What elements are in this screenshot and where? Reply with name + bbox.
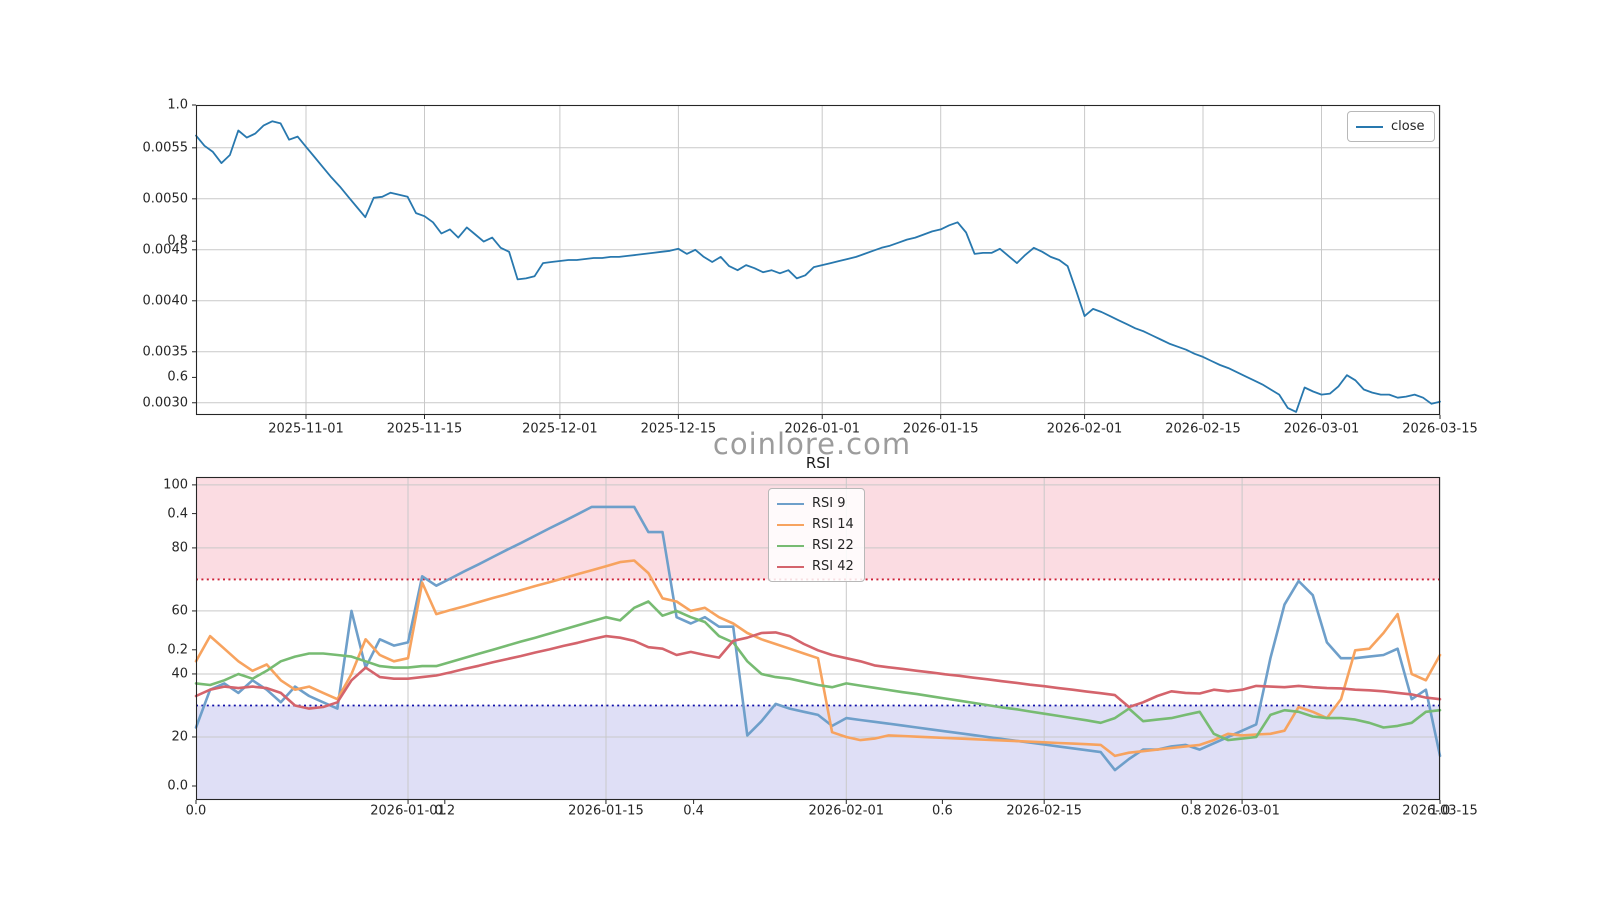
- x-tick-label: 2025-12-01: [522, 421, 598, 437]
- price-chart-panel: [192, 104, 1441, 419]
- x-tick-label: 2026-02-01: [1046, 421, 1123, 437]
- x-tick-label: 2025-11-01: [268, 421, 344, 437]
- y-tick-label: 60: [171, 603, 188, 619]
- overlay-y-tick-label: 0.4: [167, 506, 188, 522]
- y-tick-label: 100: [163, 477, 188, 493]
- overlay-y-tick-label: 0.0: [167, 778, 188, 794]
- overlay-y-tick-label: 0.2: [167, 642, 188, 658]
- legend-line-swatch: [777, 523, 804, 526]
- legend-item: RSI 9: [777, 493, 854, 514]
- legend-label: RSI 42: [812, 559, 854, 574]
- legend-line-swatch: [777, 502, 804, 505]
- x-tick-label: 2025-11-15: [386, 421, 463, 437]
- overlay-y-tick-label: 0.6: [167, 369, 188, 385]
- x-tick-label: 2026-03-01: [1204, 803, 1280, 819]
- x-tick-label: 2025-12-15: [640, 421, 717, 437]
- overlay-x-tick-label: 0.0: [185, 803, 207, 819]
- overlay-x-tick-label: 1.0: [1429, 803, 1451, 819]
- y-tick-label: 0.0035: [142, 344, 189, 360]
- x-tick-label: 2026-02-01: [808, 803, 885, 819]
- rsi-legend: RSI 9 RSI 14 RSI 22 RSI 42: [768, 488, 865, 582]
- x-tick-label: 2026-02-15: [1006, 803, 1082, 819]
- overlay-x-tick-label: 0.6: [932, 803, 953, 819]
- y-tick-label: 0.0030: [142, 395, 189, 411]
- legend-item: close: [1356, 116, 1424, 137]
- legend-label: RSI 22: [812, 538, 854, 553]
- close-legend: close: [1347, 111, 1436, 142]
- y-tick-label: 0.0040: [142, 293, 189, 309]
- legend-line-swatch: [777, 565, 804, 568]
- y-tick-label: 40: [171, 666, 188, 682]
- y-tick-label: 80: [171, 540, 188, 556]
- legend-item: RSI 42: [777, 556, 854, 577]
- overlay-x-tick-label: 0.4: [683, 803, 704, 819]
- x-tick-label: 2026-02-15: [1165, 421, 1241, 437]
- overlay-x-tick-label: 0.2: [434, 803, 456, 819]
- x-tick-label: 2026-03-01: [1283, 421, 1360, 437]
- overlay-x-tick-label: 0.8: [1180, 803, 1202, 819]
- legend-line-swatch: [1356, 125, 1383, 128]
- legend-label: RSI 14: [812, 517, 854, 532]
- y-tick-label: 0.0050: [142, 191, 189, 207]
- x-tick-label: 2026-01-15: [568, 803, 644, 819]
- legend-line-swatch: [777, 544, 804, 547]
- legend-item: RSI 22: [777, 535, 854, 556]
- overlay-y-tick-label: 0.8: [167, 233, 188, 249]
- x-tick-label: 2026-03-15: [1402, 421, 1478, 437]
- overlay-y-tick-label: 1.0: [167, 97, 188, 113]
- y-tick-label: 0.0055: [142, 140, 189, 156]
- legend-label: close: [1391, 119, 1425, 134]
- x-tick-label: 2026-01-15: [902, 421, 979, 437]
- chart-figure: 2025-11-01 2025-11-15 2025-12-01 2025-12-15…: [0, 0, 1600, 900]
- legend-label: RSI 9: [812, 496, 846, 511]
- legend-item: RSI 14: [777, 514, 854, 535]
- y-tick-label: 20: [171, 729, 188, 745]
- rsi-chart-title: RSI: [805, 454, 831, 472]
